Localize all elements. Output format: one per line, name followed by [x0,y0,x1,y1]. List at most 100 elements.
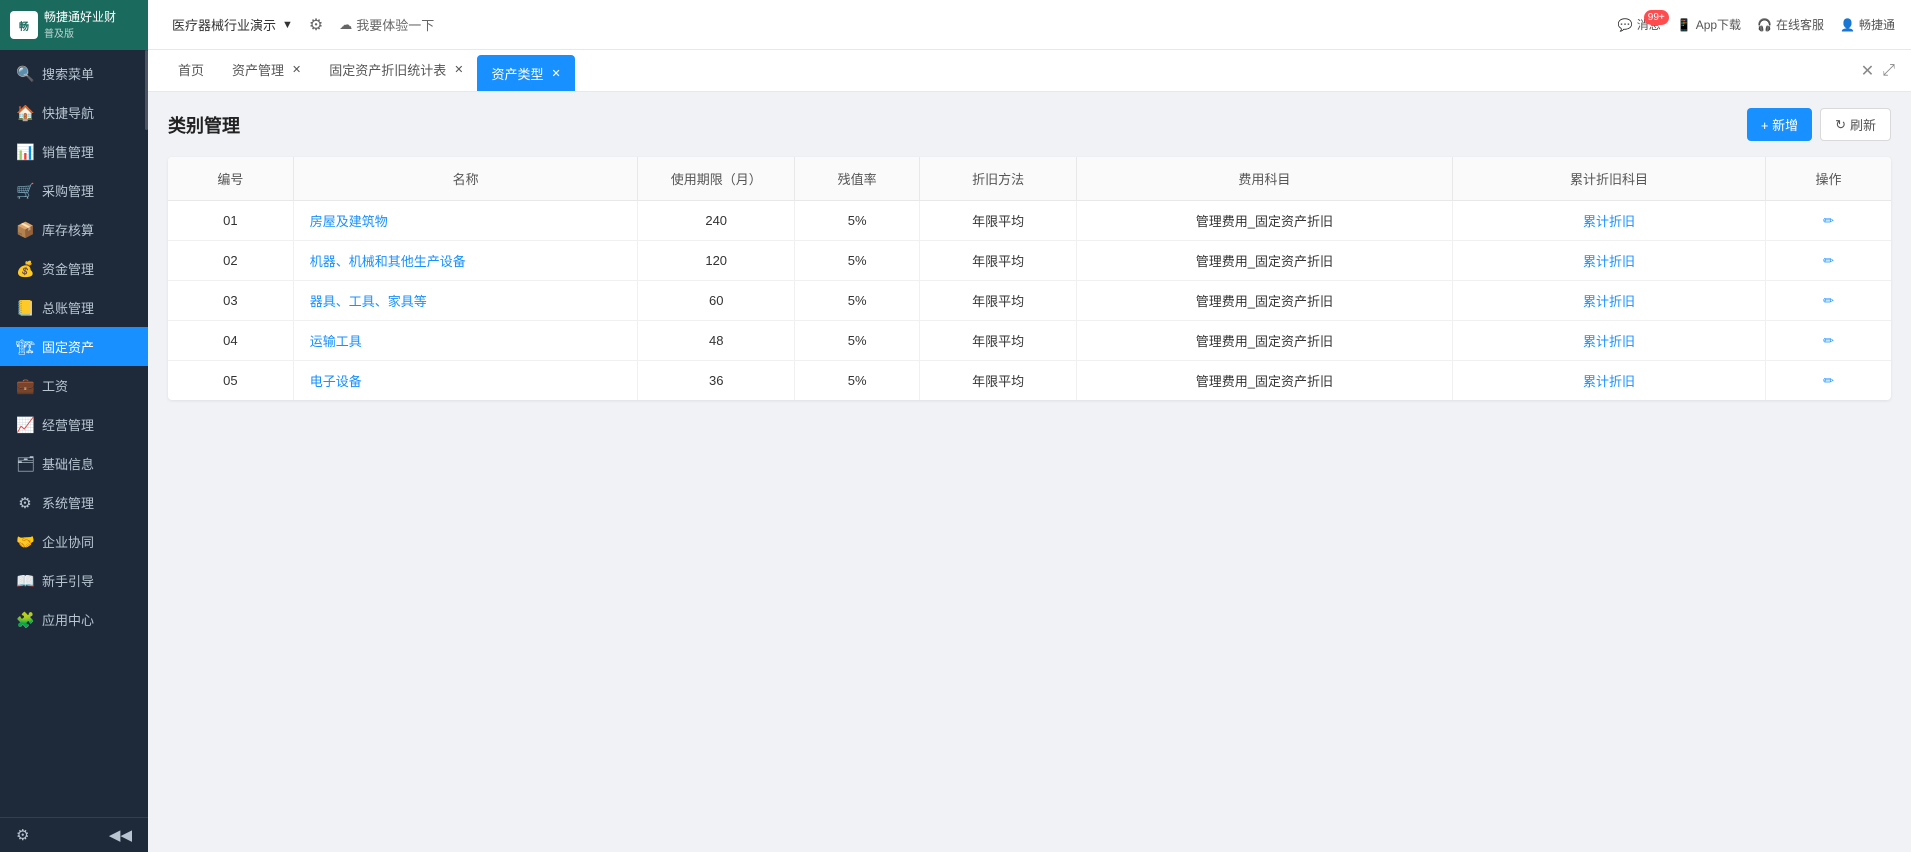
page-actions: + 新增 ↻ 刷新 [1747,108,1891,141]
table-row: 04 运输工具 48 5% 年限平均 管理费用_固定资产折旧 累计折旧 ✏ [168,321,1891,361]
cell-residual: 5% [795,281,920,321]
cell-accum: 累计折旧 [1452,321,1765,361]
cell-accum: 累计折旧 [1452,361,1765,401]
cell-action[interactable]: ✏ [1766,201,1891,241]
cell-expense: 管理费用_固定资产折旧 [1076,361,1452,401]
experience-button[interactable]: ☁ 我要体验一下 [339,15,434,34]
sidebar-item-basic[interactable]: 🗂 基础信息 [0,444,148,483]
logo-text: 畅捷通好业财 [44,10,116,26]
sidebar-item-search[interactable]: 🔍 搜索菜单 [0,54,148,93]
cell-name[interactable]: 房屋及建筑物 [293,201,638,241]
search-icon: 🔍 [16,65,34,83]
building-icon: 🏗 [16,338,34,356]
sidebar-item-inventory[interactable]: 📦 库存核算 [0,210,148,249]
tab-home-label: 首页 [178,60,204,79]
headset-icon: 🎧 [1757,18,1772,32]
book-icon: 📖 [16,572,34,590]
tab-asset-type[interactable]: 资产类型 ✕ [477,55,574,91]
sidebar-item-system[interactable]: ⚙ 系统管理 [0,483,148,522]
cell-no: 03 [168,281,293,321]
logo-sub: 普及版 [44,25,116,40]
sidebar-item-enterprise[interactable]: 🤝 企业协同 [0,522,148,561]
sidebar-item-ledger[interactable]: 📒 总账管理 [0,288,148,327]
close-tab-icon[interactable]: ✕ [1861,61,1874,81]
cell-method: 年限平均 [920,321,1077,361]
page-header: 类别管理 + 新增 ↻ 刷新 [168,108,1891,141]
collapse-icon[interactable]: ◀◀ [109,826,132,844]
sidebar-item-label: 销售管理 [42,142,94,161]
online-service-button[interactable]: 🎧 在线客服 [1757,16,1824,33]
sidebar-item-quicknav[interactable]: 🏠 快捷导航 [0,93,148,132]
cell-action[interactable]: ✏ [1766,241,1891,281]
tabbar: 首页 资产管理 ✕ 固定资产折旧统计表 ✕ 资产类型 ✕ ✕ ⤢ [148,50,1911,92]
sidebar-item-salary[interactable]: 💼 工资 [0,366,148,405]
home-icon: 🏠 [16,104,34,122]
sidebar-item-guide[interactable]: 📖 新手引导 [0,561,148,600]
cell-name[interactable]: 机器、机械和其他生产设备 [293,241,638,281]
sidebar-item-operation[interactable]: 📈 经营管理 [0,405,148,444]
maximize-tab-icon[interactable]: ⤢ [1882,62,1895,80]
cell-name[interactable]: 器具、工具、家具等 [293,281,638,321]
sidebar-item-capital[interactable]: 💰 资金管理 [0,249,148,288]
col-header-period: 使用期限（月） [638,157,795,201]
tab-depreciation-close[interactable]: ✕ [454,63,463,76]
chevron-down-icon: ▼ [282,19,293,31]
project-name: 医疗器械行业演示 [172,15,276,34]
user-avatar[interactable]: 👤 畅捷通 [1840,16,1895,33]
cell-accum: 累计折旧 [1452,281,1765,321]
table-row: 03 器具、工具、家具等 60 5% 年限平均 管理费用_固定资产折旧 累计折旧… [168,281,1891,321]
asset-type-table: 编号 名称 使用期限（月） 残值率 折旧方法 费用科目 累计折旧科目 操作 01 [168,157,1891,400]
refresh-button[interactable]: ↻ 刷新 [1820,108,1891,141]
sidebar-item-purchase[interactable]: 🛒 采购管理 [0,171,148,210]
sidebar-item-sales[interactable]: 📊 销售管理 [0,132,148,171]
cell-accum: 累计折旧 [1452,241,1765,281]
ledger-icon: 📒 [16,299,34,317]
new-button[interactable]: + 新增 [1747,108,1812,141]
cell-no: 01 [168,201,293,241]
cell-method: 年限平均 [920,361,1077,401]
settings-footer-icon[interactable]: ⚙ [16,826,29,844]
table-container: 编号 名称 使用期限（月） 残值率 折旧方法 费用科目 累计折旧科目 操作 01 [168,157,1891,400]
messages-badge: 99 [1644,10,1669,25]
sidebar-item-apps[interactable]: 🧩 应用中心 [0,600,148,639]
messages-button[interactable]: 💬 消息 99 [1618,16,1661,33]
briefcase-icon: 💼 [16,377,34,395]
tab-asset-mgmt-close[interactable]: ✕ [292,63,301,76]
settings-icon[interactable]: ⚙ [309,15,323,35]
cell-expense: 管理费用_固定资产折旧 [1076,201,1452,241]
cell-name[interactable]: 运输工具 [293,321,638,361]
tab-depreciation[interactable]: 固定资产折旧统计表 ✕ [315,50,477,92]
cell-expense: 管理费用_固定资产折旧 [1076,241,1452,281]
cell-action[interactable]: ✏ [1766,281,1891,321]
sidebar-item-label: 基础信息 [42,454,94,473]
table-row: 01 房屋及建筑物 240 5% 年限平均 管理费用_固定资产折旧 累计折旧 ✏ [168,201,1891,241]
project-selector[interactable]: 医疗器械行业演示 ▼ [164,11,301,38]
sidebar-item-label: 总账管理 [42,298,94,317]
col-header-residual: 残值率 [795,157,920,201]
cell-action[interactable]: ✏ [1766,361,1891,401]
trend-icon: 📈 [16,416,34,434]
cloud-icon: ☁ [339,17,352,33]
folder-icon: 🗂 [16,455,34,473]
tab-depreciation-label: 固定资产折旧统计表 [329,60,446,79]
cell-action[interactable]: ✏ [1766,321,1891,361]
handshake-icon: 🤝 [16,533,34,551]
page-title: 类别管理 [168,112,240,138]
cell-period: 240 [638,201,795,241]
sidebar-footer: ⚙ ◀◀ [0,817,148,852]
sidebar-item-label: 库存核算 [42,220,94,239]
col-header-op: 操作 [1766,157,1891,201]
sidebar-item-fixed[interactable]: 🏗 固定资产 [0,327,148,366]
cell-residual: 5% [795,201,920,241]
cell-name[interactable]: 电子设备 [293,361,638,401]
sidebar-item-label: 快捷导航 [42,103,94,122]
app-download-button[interactable]: 📱 App下载 [1677,16,1741,33]
tab-asset-mgmt-label: 资产管理 [232,60,284,79]
chart-icon: 📊 [16,143,34,161]
tab-home[interactable]: 首页 [164,50,218,92]
cell-accum: 累计折旧 [1452,201,1765,241]
tab-asset-type-close[interactable]: ✕ [552,67,561,80]
tab-asset-mgmt[interactable]: 资产管理 ✕ [218,50,315,92]
table-row: 02 机器、机械和其他生产设备 120 5% 年限平均 管理费用_固定资产折旧 … [168,241,1891,281]
message-icon: 💬 [1618,18,1633,32]
